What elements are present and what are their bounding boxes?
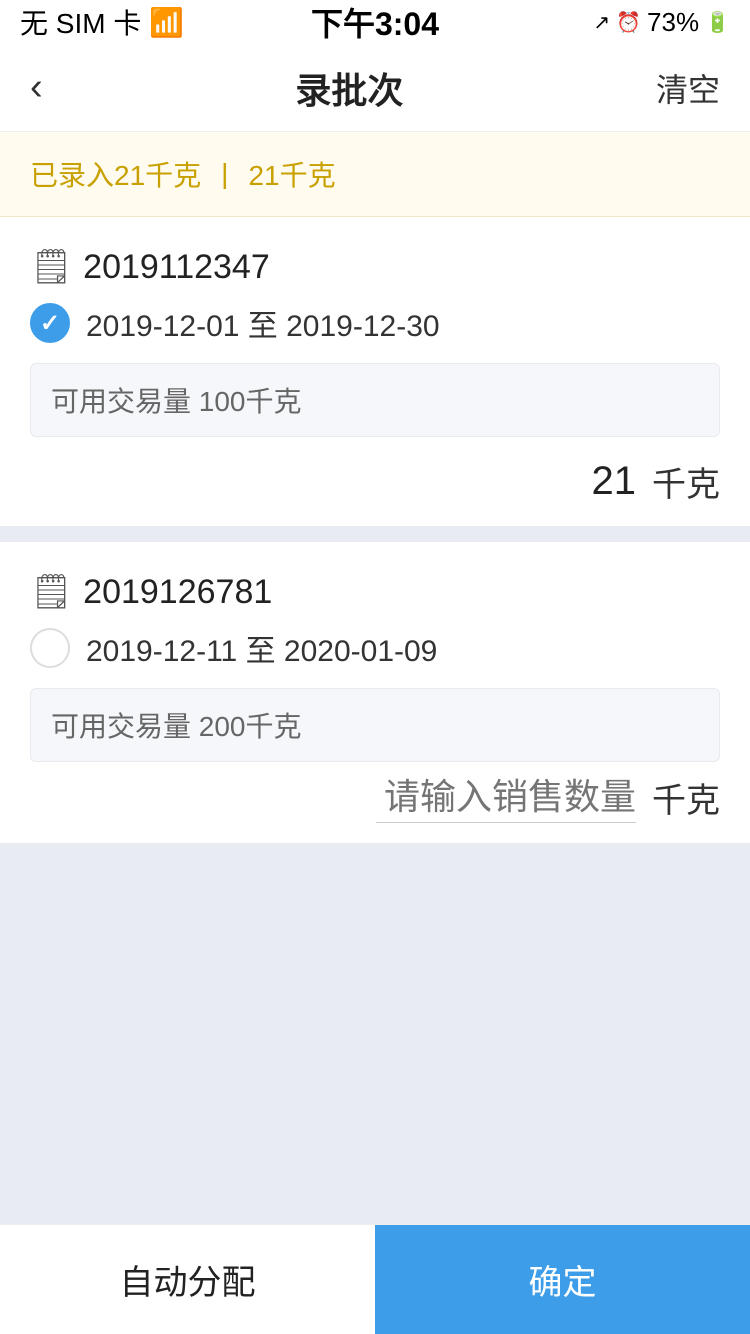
batch-1-header: 🗒 2019112347	[30, 247, 720, 287]
bottom-fill-area	[0, 843, 750, 1243]
batch-1-quantity-value: 21	[592, 459, 637, 504]
status-right: ↗ ⏰ 73% 🔋	[593, 7, 730, 38]
batch-item-1: 🗒 2019112347 2019-12-01 至 2019-12-30 可用交…	[0, 217, 750, 437]
batch-2-icon: 🗒	[30, 572, 73, 612]
batch-2-date: 2019-12-11 至 2020-01-09	[86, 626, 437, 670]
batch-1-quantity-unit: 千克	[652, 457, 720, 506]
batch-2-id: 2019126781	[83, 573, 272, 612]
batch-1-id: 2019112347	[83, 248, 270, 287]
info-banner: 已录入21千克 | 21千克	[0, 132, 750, 217]
alarm-icon: ⏰	[616, 10, 641, 35]
back-button[interactable]: ‹	[30, 66, 43, 109]
battery-text: 73%	[647, 7, 699, 38]
batch-2-available: 可用交易量 200千克	[30, 688, 720, 762]
status-time: 下午3:04	[311, 0, 439, 45]
batch-2-header: 🗒 2019126781	[30, 572, 720, 612]
batch-1-checkbox[interactable]	[30, 303, 70, 343]
batch-2-quantity-input[interactable]	[376, 772, 636, 823]
total-amount: 21千克	[248, 154, 335, 194]
batch-2-quantity-unit: 千克	[652, 773, 720, 822]
status-left: 无 SIM 卡 📶	[20, 2, 184, 42]
batch-1-icon: 🗒	[30, 247, 73, 287]
batch-1-date-row: 2019-12-01 至 2019-12-30	[30, 301, 720, 345]
batch-item-2: 🗒 2019126781 2019-12-11 至 2020-01-09 可用交…	[0, 542, 750, 762]
batch-1-quantity-row: 21 千克	[0, 437, 750, 526]
batch-2-date-row: 2019-12-11 至 2020-01-09	[30, 626, 720, 670]
bottom-buttons: 自动分配 确定	[0, 1224, 750, 1334]
page-title: 录批次	[295, 62, 403, 114]
batch-2-checkbox[interactable]	[30, 628, 70, 668]
location-icon: ↗	[593, 10, 610, 35]
auto-distribute-button[interactable]: 自动分配	[0, 1225, 375, 1334]
no-sim-text: 无 SIM 卡	[20, 2, 141, 42]
recorded-amount: 已录入21千克	[30, 154, 201, 194]
banner-divider: |	[221, 158, 228, 190]
wifi-icon: 📶	[149, 6, 184, 39]
battery-icon: 🔋	[705, 10, 730, 35]
clear-button[interactable]: 清空	[656, 65, 720, 111]
separator-1	[0, 526, 750, 542]
batch-2-quantity-row: 千克	[0, 762, 750, 843]
nav-bar: ‹ 录批次 清空	[0, 44, 750, 132]
batch-1-date: 2019-12-01 至 2019-12-30	[86, 301, 440, 345]
status-bar: 无 SIM 卡 📶 下午3:04 ↗ ⏰ 73% 🔋	[0, 0, 750, 44]
confirm-button[interactable]: 确定	[375, 1225, 750, 1334]
batch-1-available: 可用交易量 100千克	[30, 363, 720, 437]
